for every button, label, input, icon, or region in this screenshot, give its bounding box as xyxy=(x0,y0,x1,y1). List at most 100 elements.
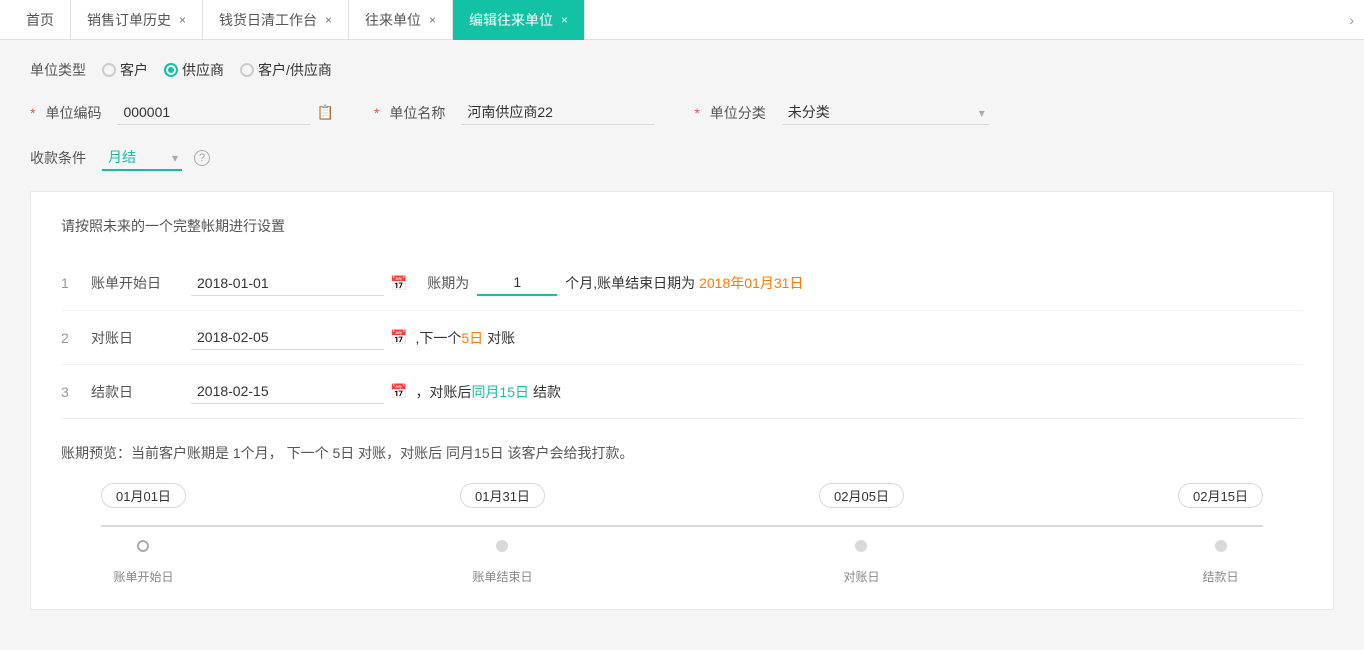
row-3-num: 3 xyxy=(61,384,91,400)
unit-category-label: 单位分类 xyxy=(710,103,766,123)
tab-cash-work-close[interactable]: × xyxy=(325,13,332,27)
tl-dot-2 xyxy=(496,540,508,552)
tab-partner-units[interactable]: 往来单位 × xyxy=(349,0,453,40)
tl-label-4: 结款日 xyxy=(1203,568,1239,585)
row-2-calendar-icon[interactable]: 📅 xyxy=(390,329,407,346)
radio-supplier-circle xyxy=(164,63,178,77)
setting-row-1: 1 账单开始日 📅 账期为 个月,账单结束日期为 2018年01月31日 xyxy=(61,256,1303,311)
settings-panel: 请按照未来的一个完整帐期进行设置 1 账单开始日 📅 账期为 个月,账单结束日期… xyxy=(30,191,1334,610)
row-2-suffix-text: ,下一个 xyxy=(415,328,461,348)
tl-dot-1 xyxy=(137,540,149,552)
row-3-calendar-icon[interactable]: 📅 xyxy=(390,383,407,400)
tab-cash-work-label: 钱货日清工作台 xyxy=(219,10,317,30)
tab-expand-button[interactable]: › xyxy=(1339,12,1364,28)
unit-code-group: * 单位编码 📋 xyxy=(30,100,334,125)
row-3-suffix-text: ，对账后 xyxy=(415,382,471,402)
setting-row-3: 3 结款日 📅 ，对账后 同月15日 结款 xyxy=(61,365,1303,419)
unit-name-input-wrap xyxy=(461,100,654,125)
payment-help-icon[interactable]: ? xyxy=(194,150,210,166)
unit-category-star: * xyxy=(694,105,699,121)
tl-point-2: 01月31日 账单结束日 xyxy=(460,483,545,585)
tl-badge-2: 01月31日 xyxy=(460,483,545,508)
tl-label-2: 账单结束日 xyxy=(472,568,532,585)
radio-customer-circle xyxy=(102,63,116,77)
timeline-points: 01月01日 账单开始日 01月31日 账单结束日 02月05日 对账日 02月… xyxy=(101,483,1263,585)
tl-badge-4: 02月15日 xyxy=(1178,483,1263,508)
tl-badge-3: 02月05日 xyxy=(819,483,904,508)
payment-condition-label: 收款条件 xyxy=(30,148,86,168)
unit-code-input[interactable] xyxy=(117,100,310,125)
row-2-num: 2 xyxy=(61,330,91,346)
payment-condition-select[interactable]: 月结 xyxy=(102,145,182,171)
row-3-date-input[interactable] xyxy=(191,379,384,404)
unit-type-row: 单位类型 客户 供应商 客户/供应商 xyxy=(30,60,1334,80)
preview-highlight-2: 5日 xyxy=(332,445,354,461)
unit-name-input[interactable] xyxy=(461,100,654,125)
tab-sales-history-close[interactable]: × xyxy=(179,13,186,27)
radio-supplier-label: 供应商 xyxy=(182,60,224,80)
unit-code-copy-icon[interactable]: 📋 xyxy=(316,104,333,121)
tl-dot-4 xyxy=(1215,540,1227,552)
unit-category-group: * 单位分类 ▾ xyxy=(694,100,988,125)
row-1-field-label: 账单开始日 xyxy=(91,273,191,293)
main-content: 单位类型 客户 供应商 客户/供应商 * 单位编码 📋 xyxy=(0,40,1364,650)
unit-code-input-wrap: 📋 xyxy=(117,100,333,125)
row-1-calendar-icon[interactable]: 📅 xyxy=(390,275,407,292)
preview-text-1: 下一个 xyxy=(287,445,329,461)
tl-dot-3 xyxy=(855,540,867,552)
unit-type-label: 单位类型 xyxy=(30,60,86,80)
unit-name-label: 单位名称 xyxy=(389,103,445,123)
unit-category-input[interactable] xyxy=(782,100,989,125)
row-1-period-input[interactable] xyxy=(477,270,557,296)
row-1-suffix-prefix: 账期为 xyxy=(419,273,469,293)
tl-point-1: 01月01日 账单开始日 xyxy=(101,483,186,585)
radio-both-label: 客户/供应商 xyxy=(258,60,332,80)
row-2-date-input[interactable] xyxy=(191,325,384,350)
row-3-date-wrap: 📅 xyxy=(191,379,407,404)
payment-select-wrapper: 月结 ▾ xyxy=(102,145,182,171)
payment-row: 收款条件 月结 ▾ ? xyxy=(30,145,1334,171)
fields-row: * 单位编码 📋 * 单位名称 * 单位分类 ▾ xyxy=(30,100,1334,125)
tl-point-3: 02月05日 对账日 xyxy=(819,483,904,585)
setting-row-2: 2 对账日 📅 ,下一个 5日 对账 xyxy=(61,311,1303,365)
row-1-date-input[interactable] xyxy=(191,271,384,296)
row-1-date-wrap: 📅 xyxy=(191,271,407,296)
tab-edit-partner[interactable]: 编辑往来单位 × xyxy=(453,0,585,40)
preview-text-3: 该客户会给我打款。 xyxy=(508,445,634,461)
unit-name-star: * xyxy=(374,105,379,121)
tl-label-1: 账单开始日 xyxy=(113,568,173,585)
tl-point-4: 02月15日 结款日 xyxy=(1178,483,1263,585)
preview-text-2: 对账，对账后 xyxy=(358,445,442,461)
radio-customer[interactable]: 客户 xyxy=(102,60,148,80)
unit-code-star: * xyxy=(30,105,35,121)
row-3-field-label: 结款日 xyxy=(91,382,191,402)
radio-supplier[interactable]: 供应商 xyxy=(164,60,224,80)
tab-home-label: 首页 xyxy=(26,10,54,30)
radio-group: 客户 供应商 客户/供应商 xyxy=(102,60,332,80)
row-2-highlight-1: 5日 xyxy=(461,328,483,348)
row-1-end-date: 2018年01月31日 xyxy=(699,273,803,293)
tab-partner-units-close[interactable]: × xyxy=(429,13,436,27)
tl-label-3: 对账日 xyxy=(843,568,879,585)
unit-category-dropdown[interactable]: ▾ xyxy=(782,100,989,125)
tab-edit-partner-close[interactable]: × xyxy=(561,13,568,27)
preview-highlight-3: 同月15日 xyxy=(446,445,504,461)
preview-label: 账期预览：当前客户账期是 xyxy=(61,445,229,461)
row-1-num: 1 xyxy=(61,275,91,291)
row-2-suffix-2: 对账 xyxy=(487,328,515,348)
row-2-field-label: 对账日 xyxy=(91,328,191,348)
radio-both-circle xyxy=(240,63,254,77)
tab-sales-history[interactable]: 销售订单历史 × xyxy=(71,0,203,40)
row-3-suffix-3: 结款 xyxy=(533,382,561,402)
unit-name-group: * 单位名称 xyxy=(374,100,654,125)
tab-edit-partner-label: 编辑往来单位 xyxy=(469,10,553,30)
tab-partner-units-label: 往来单位 xyxy=(365,10,421,30)
row-3-highlight-2: 同月15日 xyxy=(471,382,529,402)
preview-section: 账期预览：当前客户账期是 1个月， 下一个 5日 对账，对账后 同月15日 该客… xyxy=(61,443,1303,463)
tab-cash-work[interactable]: 钱货日清工作台 × xyxy=(203,0,349,40)
tab-home[interactable]: 首页 xyxy=(10,0,71,40)
radio-both[interactable]: 客户/供应商 xyxy=(240,60,332,80)
unit-code-label: 单位编码 xyxy=(45,103,101,123)
panel-hint: 请按照未来的一个完整帐期进行设置 xyxy=(61,216,1303,236)
radio-customer-label: 客户 xyxy=(120,60,148,80)
